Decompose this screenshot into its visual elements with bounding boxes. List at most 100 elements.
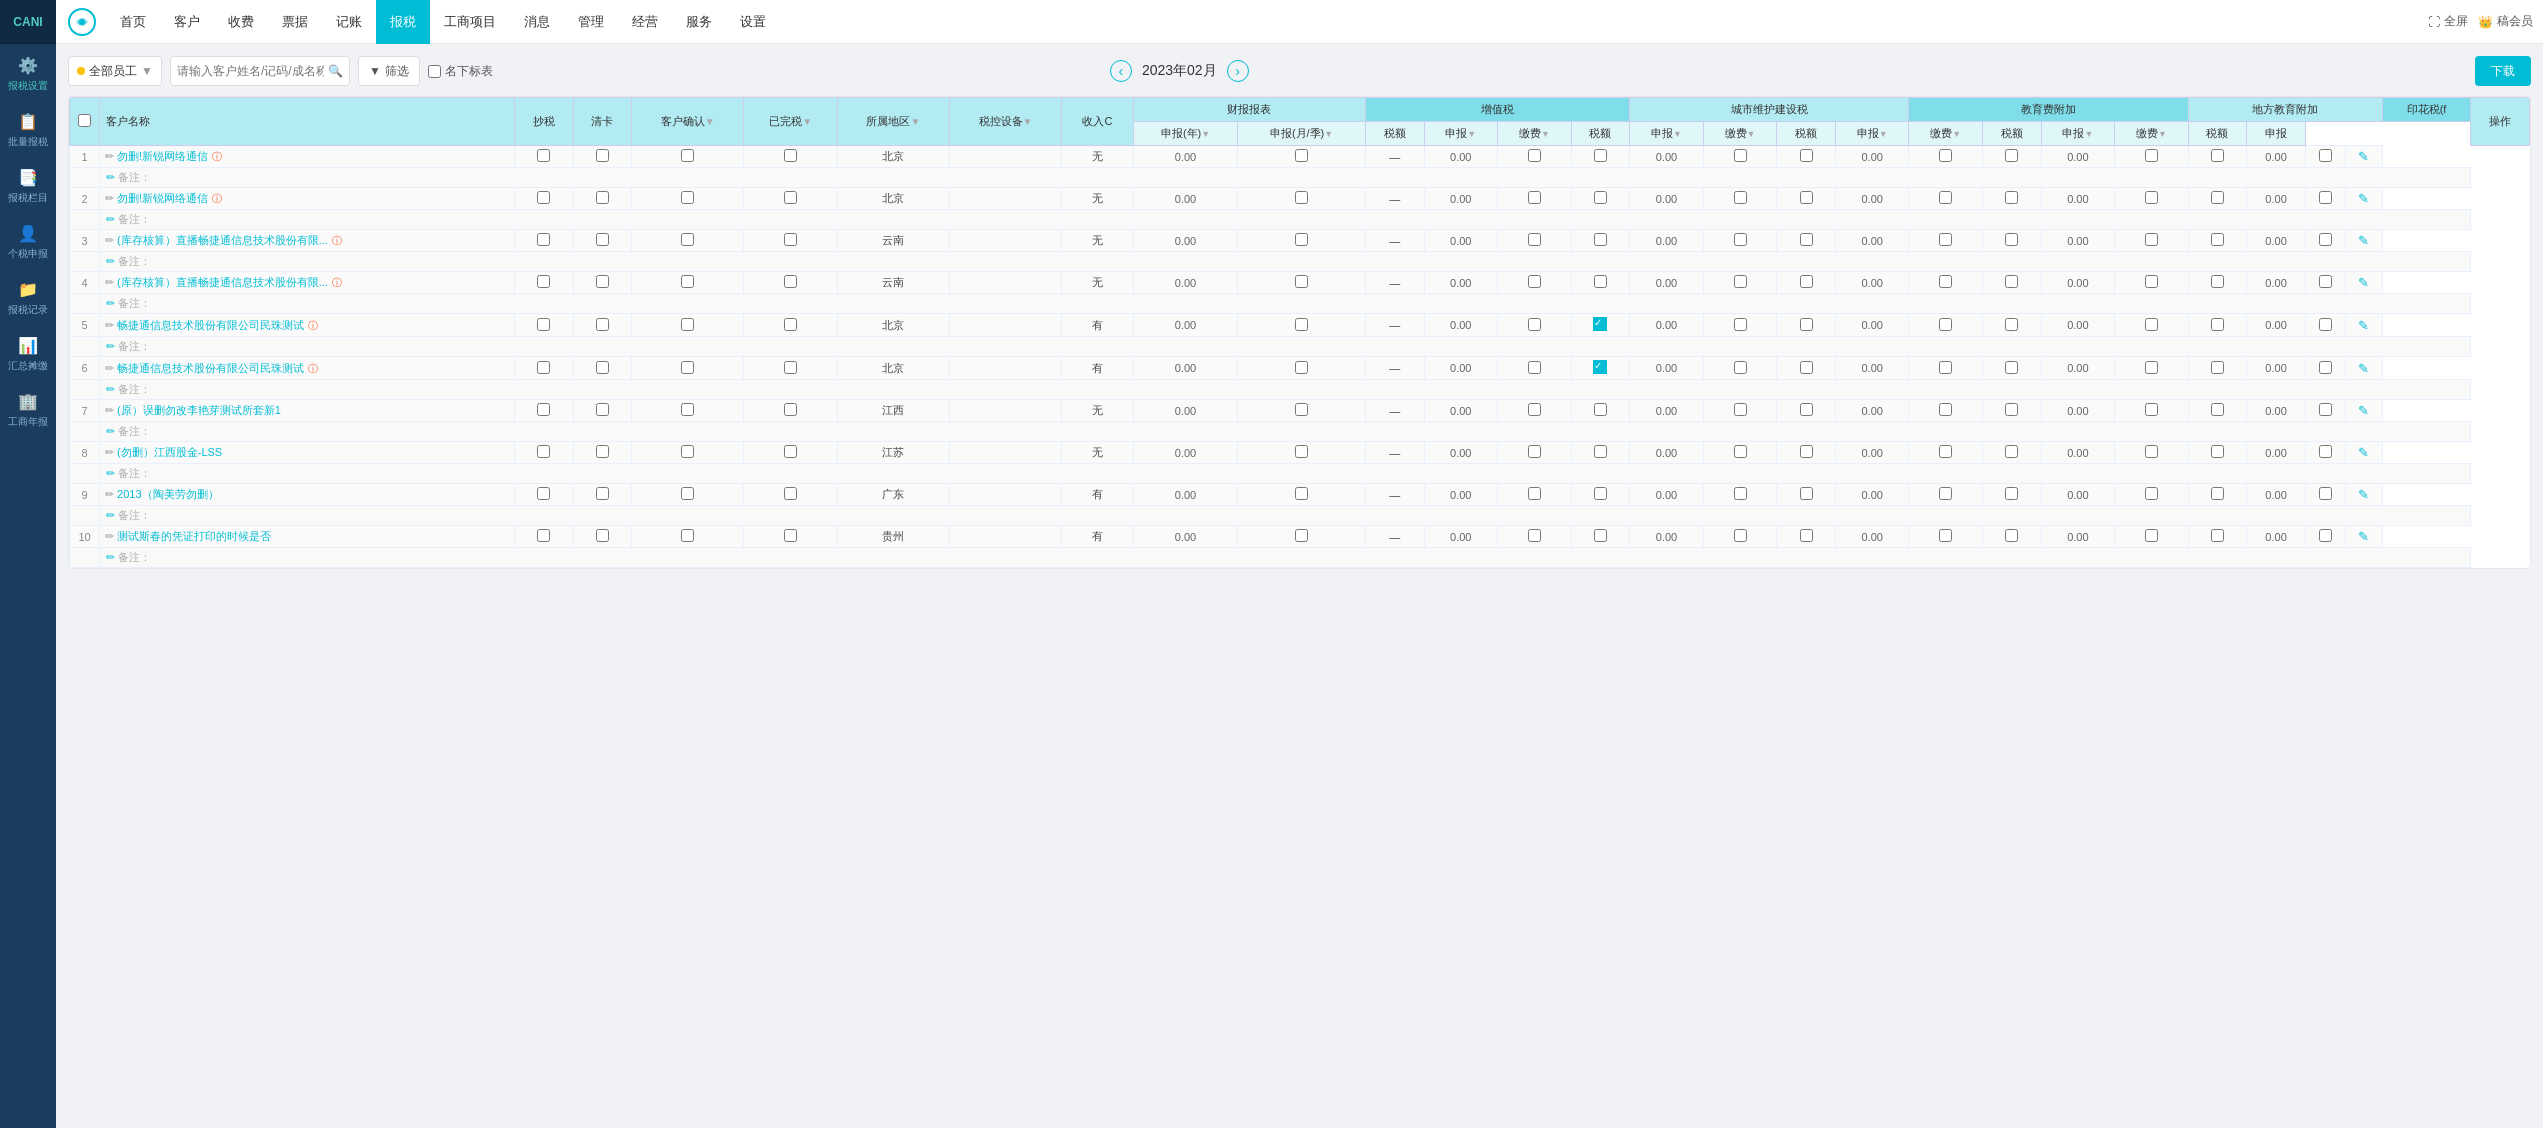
yh-shenb-check[interactable] <box>2319 403 2332 416</box>
df-jf-check[interactable] <box>2211 275 2224 288</box>
caibao-month-check[interactable] <box>1295 275 1308 288</box>
yiwanshui-check[interactable] <box>784 275 797 288</box>
pencil-icon[interactable]: ✏ <box>105 362 114 374</box>
caibao-month-check[interactable] <box>1295 487 1308 500</box>
df-shenb-check[interactable] <box>2145 149 2158 162</box>
note-pencil-icon[interactable]: ✏ <box>106 509 115 521</box>
qingka-check[interactable] <box>596 361 609 374</box>
df-shenb-check[interactable] <box>2145 487 2158 500</box>
df-shenb-check[interactable] <box>2145 445 2158 458</box>
zzs-jf-check[interactable] <box>1594 529 1607 542</box>
note-pencil-icon[interactable]: ✏ <box>106 255 115 267</box>
csjs-shenb-check[interactable] <box>1734 318 1747 331</box>
yh-shenb-check[interactable] <box>2319 361 2332 374</box>
employee-select[interactable]: 全部员工 ▼ <box>68 56 162 86</box>
df-shenb-check[interactable] <box>2145 191 2158 204</box>
df-jf-check[interactable] <box>2211 233 2224 246</box>
date-next-btn[interactable]: › <box>1227 60 1249 82</box>
yiwanshui-check[interactable] <box>784 487 797 500</box>
yiwanshui-check[interactable] <box>784 318 797 331</box>
jy-shenb-check[interactable] <box>1939 529 1952 542</box>
sidebar-item-baoshui-jilu[interactable]: 📁 报税记录 <box>0 268 56 324</box>
edit-btn[interactable]: ✎ <box>2358 191 2369 206</box>
qingka-check[interactable] <box>596 191 609 204</box>
csjs-jf-check[interactable] <box>1800 275 1813 288</box>
yh-shenb-check[interactable] <box>2319 149 2332 162</box>
yiwanshui-check[interactable] <box>784 361 797 374</box>
zzs-shenb-check[interactable] <box>1528 445 1541 458</box>
nav-fee[interactable]: 收费 <box>214 0 268 44</box>
csjs-jf-check[interactable] <box>1800 233 1813 246</box>
yh-shenb-check[interactable] <box>2319 233 2332 246</box>
csjs-jf-check[interactable] <box>1800 403 1813 416</box>
jy-shenb-check[interactable] <box>1939 275 1952 288</box>
zzs-jf-check[interactable] <box>1594 445 1607 458</box>
yiwanshui-check[interactable] <box>784 403 797 416</box>
confirm-check[interactable] <box>681 233 694 246</box>
jy-jf-check[interactable] <box>2005 275 2018 288</box>
confirm-check[interactable] <box>681 191 694 204</box>
yiwanshui-check[interactable] <box>784 191 797 204</box>
yh-shenb-check[interactable] <box>2319 318 2332 331</box>
df-jf-check[interactable] <box>2211 191 2224 204</box>
csjs-shenb-check[interactable] <box>1734 403 1747 416</box>
jy-jf-check[interactable] <box>2005 403 2018 416</box>
yh-shenb-check[interactable] <box>2319 191 2332 204</box>
yh-shenb-check[interactable] <box>2319 487 2332 500</box>
sidebar-item-gongshangnian[interactable]: 🏢 工商年报 <box>0 380 56 436</box>
edit-btn[interactable]: ✎ <box>2358 487 2369 502</box>
fullscreen-btn[interactable]: ⛶ 全屏 <box>2428 13 2468 30</box>
zzs-jf-check[interactable] <box>1594 149 1607 162</box>
jy-shenb-check[interactable] <box>1939 149 1952 162</box>
nav-service[interactable]: 服务 <box>672 0 726 44</box>
csjs-jf-check[interactable] <box>1800 361 1813 374</box>
zzs-shenb-check[interactable] <box>1528 403 1541 416</box>
yiwanshui-check[interactable] <box>784 149 797 162</box>
jy-shenb-check[interactable] <box>1939 445 1952 458</box>
jy-shenb-check[interactable] <box>1939 318 1952 331</box>
confirm-check[interactable] <box>681 487 694 500</box>
pencil-icon[interactable]: ✏ <box>105 192 114 204</box>
csjs-shenb-check[interactable] <box>1734 361 1747 374</box>
edit-btn[interactable]: ✎ <box>2358 529 2369 544</box>
chaoshui-check[interactable] <box>537 318 550 331</box>
csjs-shenb-check[interactable] <box>1734 487 1747 500</box>
note-pencil-icon[interactable]: ✏ <box>106 171 115 183</box>
yh-shenb-check[interactable] <box>2319 275 2332 288</box>
edit-btn[interactable]: ✎ <box>2358 403 2369 418</box>
csjs-jf-check[interactable] <box>1800 445 1813 458</box>
edit-btn[interactable]: ✎ <box>2358 361 2369 376</box>
zzs-jf-check[interactable] <box>1594 275 1607 288</box>
chaoshui-check[interactable] <box>537 149 550 162</box>
note-pencil-icon[interactable]: ✏ <box>106 425 115 437</box>
csjs-shenb-check[interactable] <box>1734 149 1747 162</box>
csjs-jf-check[interactable] <box>1800 529 1813 542</box>
pencil-icon[interactable]: ✏ <box>105 446 114 458</box>
zzs-shenb-check[interactable] <box>1528 318 1541 331</box>
confirm-check[interactable] <box>681 529 694 542</box>
jy-shenb-check[interactable] <box>1939 361 1952 374</box>
df-shenb-check[interactable] <box>2145 275 2158 288</box>
zzs-shenb-check[interactable] <box>1528 233 1541 246</box>
vip-btn[interactable]: 👑 稿会员 <box>2478 13 2533 30</box>
note-pencil-icon[interactable]: ✏ <box>106 383 115 395</box>
df-shenb-check[interactable] <box>2145 233 2158 246</box>
jy-shenb-check[interactable] <box>1939 191 1952 204</box>
csjs-shenb-check[interactable] <box>1734 191 1747 204</box>
nav-settings[interactable]: 设置 <box>726 0 780 44</box>
nav-biz[interactable]: 工商项目 <box>430 0 510 44</box>
note-pencil-icon[interactable]: ✏ <box>106 467 115 479</box>
chaoshui-check[interactable] <box>537 445 550 458</box>
pencil-icon[interactable]: ✏ <box>105 276 114 288</box>
zzs-jf-check[interactable] <box>1594 191 1607 204</box>
caibao-month-check[interactable] <box>1295 403 1308 416</box>
df-shenb-check[interactable] <box>2145 361 2158 374</box>
select-all-checkbox[interactable] <box>78 114 91 127</box>
jy-jf-check[interactable] <box>2005 318 2018 331</box>
csjs-jf-check[interactable] <box>1800 149 1813 162</box>
zzs-shenb-check[interactable] <box>1528 149 1541 162</box>
qingka-check[interactable] <box>596 487 609 500</box>
df-jf-check[interactable] <box>2211 529 2224 542</box>
name-tag-checkbox[interactable]: 名下标表 <box>428 63 493 80</box>
sidebar-item-huizong[interactable]: 📊 汇总摊缴 <box>0 324 56 380</box>
